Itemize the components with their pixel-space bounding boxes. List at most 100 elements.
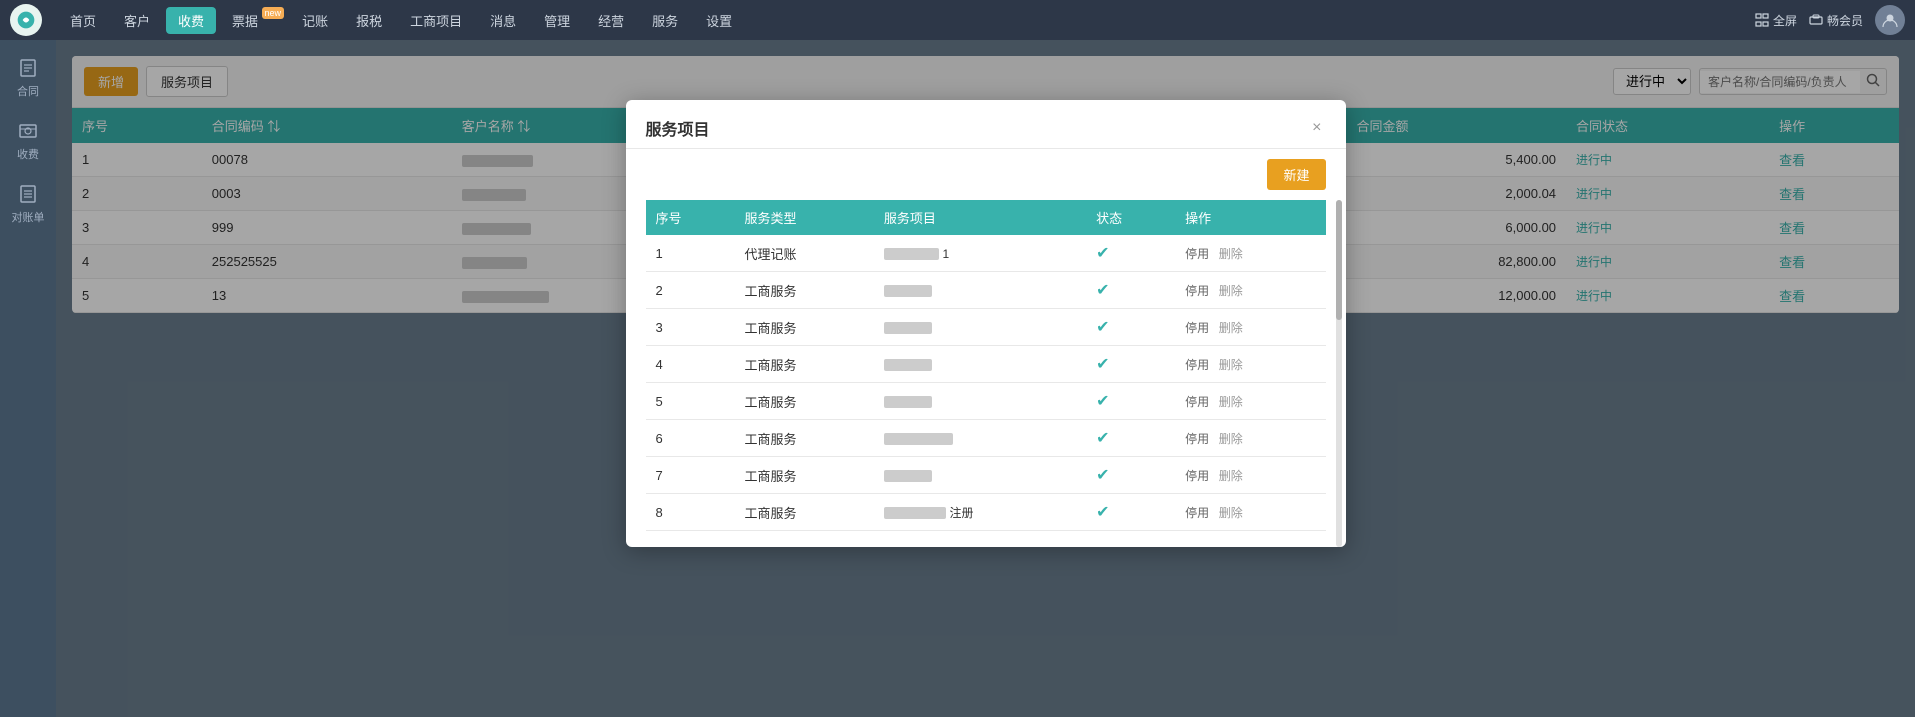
status-check-icon: ✔: [1096, 393, 1109, 410]
nav-industrial[interactable]: 工商项目: [398, 7, 474, 34]
modal-cell-item: ████: [874, 272, 1086, 309]
vip-label: 畅会员: [1827, 12, 1863, 29]
modal-close-button[interactable]: ×: [1308, 116, 1325, 140]
statement-icon: [16, 182, 40, 206]
modal-cell-idx: 5: [646, 383, 735, 420]
delete-link[interactable]: 删除: [1219, 395, 1243, 409]
stop-link[interactable]: 停用: [1185, 247, 1209, 261]
modal-cell-status: ✔: [1086, 346, 1175, 383]
modal-cell-status: ✔: [1086, 272, 1175, 309]
delete-link[interactable]: 删除: [1219, 358, 1243, 372]
status-check-icon: ✔: [1096, 245, 1109, 262]
modal-table-row: 5 工商服务 ████ ✔ 停用 删除: [646, 383, 1326, 420]
modal-cell-idx: 7: [646, 457, 735, 494]
sidebar-contract-label: 合同: [17, 83, 39, 99]
modal-overlay: 服务项目 × 新建 序号 服务类型 服务项目 状态: [56, 40, 1915, 717]
modal-cell-type: 工商服务: [735, 494, 874, 531]
modal-cell-action: 停用 删除: [1175, 272, 1325, 309]
modal-cell-type: 工商服务: [735, 420, 874, 457]
nav-settings[interactable]: 设置: [694, 7, 744, 34]
modal-cell-action: 停用 删除: [1175, 235, 1325, 272]
fullscreen-button[interactable]: 全屏: [1755, 12, 1797, 29]
stop-link[interactable]: 停用: [1185, 469, 1209, 483]
modal-cell-item: ████: [874, 457, 1086, 494]
status-check-icon: ✔: [1096, 504, 1109, 521]
modal-cell-item: ████: [874, 383, 1086, 420]
sidebar: 合同 收费 对账单: [0, 40, 56, 717]
modal-cell-action: 停用 删除: [1175, 457, 1325, 494]
modal-table: 序号 服务类型 服务项目 状态 操作 1 代理记账 ████1 1: [646, 200, 1326, 531]
modal-cell-status: ✔: [1086, 494, 1175, 531]
nav-service[interactable]: 服务: [640, 7, 690, 34]
modal-cell-item: ████: [874, 309, 1086, 346]
delete-link[interactable]: 删除: [1219, 432, 1243, 446]
delete-link[interactable]: 删除: [1219, 247, 1243, 261]
nav-manage[interactable]: 管理: [532, 7, 582, 34]
status-check-icon: ✔: [1096, 467, 1109, 484]
top-navigation: 首页 客户 收费 票据 new 记账 报税 工商项目 消息 管理 经营 服务 设…: [0, 0, 1915, 40]
status-check-icon: ✔: [1096, 430, 1109, 447]
sidebar-item-contract[interactable]: 合同: [3, 48, 53, 107]
modal-cell-action: 停用 删除: [1175, 494, 1325, 531]
modal-cell-item: ████1 1: [874, 235, 1086, 272]
modal-body: 序号 服务类型 服务项目 状态 操作 1 代理记账 ████1 1: [626, 200, 1346, 547]
modal-cell-type: 工商服务: [735, 383, 874, 420]
modal-th-idx: 序号: [646, 200, 735, 235]
delete-link[interactable]: 删除: [1219, 284, 1243, 298]
nav-message[interactable]: 消息: [478, 7, 528, 34]
modal-cell-status: ✔: [1086, 420, 1175, 457]
fee-icon: [16, 119, 40, 143]
modal-cell-type: 工商服务: [735, 309, 874, 346]
status-check-icon: ✔: [1096, 282, 1109, 299]
new-badge: new: [262, 7, 285, 20]
modal-table-row: 6 工商服务 ███████ ✔ 停用 删除: [646, 420, 1326, 457]
modal-cell-type: 工商服务: [735, 272, 874, 309]
modal-cell-action: 停用 删除: [1175, 420, 1325, 457]
fullscreen-label: 全屏: [1773, 12, 1797, 29]
modal-cell-item: ███████: [874, 420, 1086, 457]
nav-invoice[interactable]: 票据 new: [220, 7, 286, 34]
nav-bookkeeping[interactable]: 记账: [290, 7, 340, 34]
delete-link[interactable]: 删除: [1219, 469, 1243, 483]
nav-operation[interactable]: 经营: [586, 7, 636, 34]
status-check-icon: ✔: [1096, 356, 1109, 373]
modal-table-row: 4 工商服务 ████ ✔ 停用 删除: [646, 346, 1326, 383]
vip-button[interactable]: 畅会员: [1809, 12, 1863, 29]
modal-cell-idx: 1: [646, 235, 735, 272]
modal-table-row: 8 工商服务 ████注册 注册 ✔ 停用 删除: [646, 494, 1326, 531]
nav-fee[interactable]: 收费: [166, 7, 216, 34]
stop-link[interactable]: 停用: [1185, 432, 1209, 446]
sidebar-item-fee[interactable]: 收费: [3, 111, 53, 170]
nav-client[interactable]: 客户: [112, 7, 162, 34]
stop-link[interactable]: 停用: [1185, 506, 1209, 520]
modal-cell-status: ✔: [1086, 383, 1175, 420]
delete-link[interactable]: 删除: [1219, 506, 1243, 520]
user-avatar[interactable]: [1875, 5, 1905, 35]
modal-th-status: 状态: [1086, 200, 1175, 235]
contract-icon: [16, 56, 40, 80]
stop-link[interactable]: 停用: [1185, 395, 1209, 409]
scrollbar-thumb[interactable]: [1336, 200, 1342, 320]
nav-tax[interactable]: 报税: [344, 7, 394, 34]
service-modal: 服务项目 × 新建 序号 服务类型 服务项目 状态: [626, 100, 1346, 547]
modal-title: 服务项目: [646, 116, 710, 140]
modal-th-action: 操作: [1175, 200, 1325, 235]
delete-link[interactable]: 删除: [1219, 321, 1243, 335]
modal-th-type: 服务类型: [735, 200, 874, 235]
modal-cell-type: 代理记账: [735, 235, 874, 272]
sidebar-item-statement[interactable]: 对账单: [3, 174, 53, 233]
modal-cell-idx: 3: [646, 309, 735, 346]
stop-link[interactable]: 停用: [1185, 358, 1209, 372]
modal-table-row: 2 工商服务 ████ ✔ 停用 删除: [646, 272, 1326, 309]
nav-home[interactable]: 首页: [58, 7, 108, 34]
main-content: 新增 服务项目 进行中 已完成 已终止: [56, 40, 1915, 717]
modal-th-item: 服务项目: [874, 200, 1086, 235]
stop-link[interactable]: 停用: [1185, 284, 1209, 298]
modal-cell-status: ✔: [1086, 309, 1175, 346]
modal-cell-status: ✔: [1086, 235, 1175, 272]
main-layout: 合同 收费 对账单 新增 服务项目 进行中 已: [0, 40, 1915, 717]
modal-new-button[interactable]: 新建: [1267, 159, 1325, 190]
stop-link[interactable]: 停用: [1185, 321, 1209, 335]
modal-cell-item: ████: [874, 346, 1086, 383]
modal-table-row: 7 工商服务 ████ ✔ 停用 删除: [646, 457, 1326, 494]
